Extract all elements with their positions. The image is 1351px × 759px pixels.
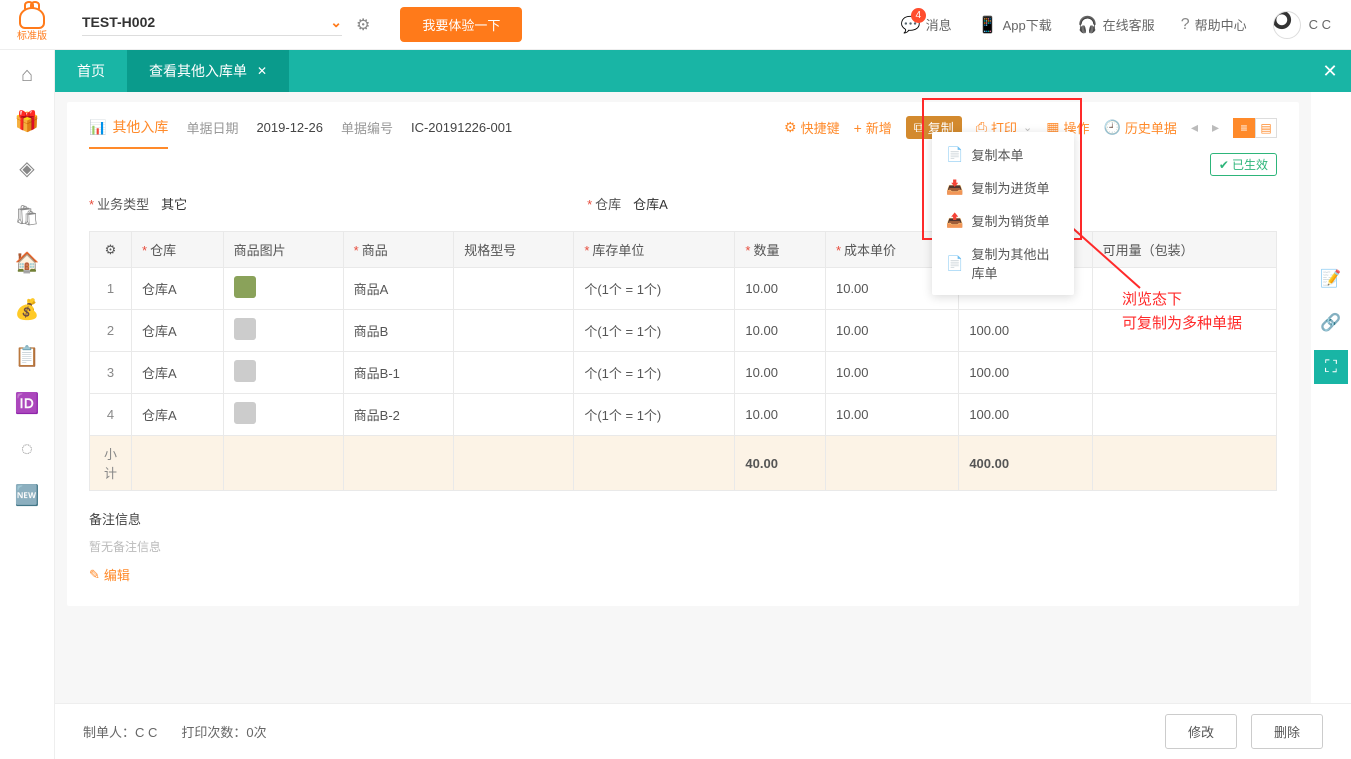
table-row[interactable]: 3仓库A商品B-1个(1个 = 1个)10.0010.00100.00	[90, 352, 1277, 394]
avatar	[1273, 11, 1301, 39]
gift-icon[interactable]: 🎁	[15, 109, 40, 134]
table-row[interactable]: 4仓库A商品B-2个(1个 = 1个)10.0010.00100.00	[90, 394, 1277, 436]
headset-icon: 🎧	[1078, 15, 1098, 35]
expand-icon[interactable]: ⛶	[1314, 350, 1348, 384]
warehouse-label: *仓库	[587, 194, 621, 213]
doc-type-tab[interactable]: 📊 其他入库	[89, 117, 168, 149]
th-image: 商品图片	[223, 232, 343, 268]
prev-doc[interactable]: ◂	[1191, 119, 1198, 136]
history-action[interactable]: 🕘历史单据	[1103, 118, 1176, 137]
doc-icon: 📊	[89, 119, 106, 136]
table-row[interactable]: 2仓库A商品B个(1个 = 1个)10.0010.00100.00	[90, 310, 1277, 352]
edit-icon: ✎	[89, 567, 100, 583]
th-product: *商品	[343, 232, 454, 268]
messages-label: 消息	[926, 15, 952, 34]
clipboard-icon[interactable]: 📋	[15, 344, 40, 369]
chevron-down-icon: ⌄	[330, 14, 342, 31]
next-doc[interactable]: ▸	[1212, 119, 1219, 136]
user-name: C C	[1309, 17, 1331, 32]
tab-view-other-inbound[interactable]: 查看其他入库单 ✕	[127, 50, 289, 92]
link-icon[interactable]: 🔗	[1314, 306, 1348, 340]
money-icon[interactable]: 💰	[15, 297, 40, 322]
status-badge: ✔已生效	[1210, 153, 1277, 176]
messages-link[interactable]: 💬 消息 4	[901, 15, 952, 35]
modify-button[interactable]: 修改	[1165, 714, 1237, 749]
user-menu[interactable]: C C	[1273, 11, 1331, 39]
copy-dropdown: 📄复制本单 📥复制为进货单 📤复制为销货单 📄复制为其他出库单	[932, 132, 1074, 295]
biz-type-label: *业务类型	[89, 194, 149, 213]
copy-as-purchase[interactable]: 📥复制为进货单	[932, 171, 1074, 204]
th-avail: 可用量（包装）	[1092, 232, 1276, 268]
copy-as-other-outbound[interactable]: 📄复制为其他出库单	[932, 237, 1074, 289]
help-icon: ?	[1181, 16, 1190, 34]
print-count-info: 打印次数：0次	[181, 722, 266, 741]
th-unit: *库存单位	[574, 232, 735, 268]
delete-button[interactable]: 删除	[1251, 714, 1323, 749]
view-list[interactable]: ≡	[1233, 118, 1255, 138]
maker-info: 制单人：C C	[83, 722, 157, 741]
edit-remark-link[interactable]: ✎编辑	[89, 565, 1277, 584]
shortcut-action[interactable]: ⚙快捷键	[784, 118, 840, 137]
copy-this-doc[interactable]: 📄复制本单	[932, 138, 1074, 171]
tab-home[interactable]: 首页	[55, 50, 127, 92]
doc-no: IC-20191226-001	[411, 120, 512, 135]
inbox-icon: 📥	[946, 179, 963, 196]
table-row[interactable]: 1仓库A商品A个(1个 = 1个)10.0010.00100.00	[90, 268, 1277, 310]
close-icon[interactable]: ✕	[257, 64, 267, 78]
gear-icon[interactable]: ⚙	[105, 242, 117, 257]
messages-badge: 4	[911, 8, 926, 23]
help-link[interactable]: ? 帮助中心	[1181, 15, 1247, 34]
doc-icon: 📄	[946, 146, 963, 163]
copy-as-sales[interactable]: 📤复制为销货单	[932, 204, 1074, 237]
doc-no-label: 单据编号	[341, 118, 393, 137]
cycle-icon[interactable]: ◌	[21, 438, 33, 461]
copy-icon: ⧉	[914, 119, 924, 136]
help-label: 帮助中心	[1195, 15, 1247, 34]
new-icon[interactable]: 🆕	[15, 483, 40, 508]
new-action[interactable]: +新增	[854, 118, 892, 137]
app-download-label: App下载	[1003, 15, 1052, 34]
close-all-tabs[interactable]: ✕	[1309, 50, 1351, 92]
subtotal-row: 小计 40.00400.00	[90, 436, 1277, 491]
th-warehouse: *仓库	[132, 232, 224, 268]
org-selector[interactable]: TEST-H002 ⌄	[82, 14, 342, 36]
view-card[interactable]: ▤	[1255, 118, 1277, 138]
remark-empty: 暂无备注信息	[89, 538, 1277, 555]
remark-heading: 备注信息	[89, 509, 1277, 528]
house-icon[interactable]: 🏠	[15, 250, 40, 275]
phone-icon: 📱	[978, 15, 998, 35]
th-spec: 规格型号	[454, 232, 574, 268]
diamond-icon[interactable]: ◈	[19, 156, 34, 181]
customer-service-link[interactable]: 🎧 在线客服	[1078, 15, 1155, 35]
bag-icon[interactable]: 🛍	[14, 203, 39, 228]
doc-date: 2019-12-26	[256, 120, 323, 135]
plus-icon: +	[854, 120, 862, 136]
customer-service-label: 在线客服	[1103, 15, 1155, 34]
th-qty: *数量	[735, 232, 826, 268]
note-icon[interactable]: 📝	[1314, 262, 1348, 296]
trial-button[interactable]: 我要体验一下	[400, 7, 522, 42]
outbox-icon: 📤	[946, 212, 963, 229]
logo-text: 标准版	[17, 27, 47, 42]
doc-date-label: 单据日期	[186, 118, 238, 137]
org-name: TEST-H002	[82, 14, 155, 30]
doc-icon: 📄	[946, 255, 963, 272]
warehouse-value: 仓库A	[633, 194, 668, 213]
biz-type-value: 其它	[161, 194, 187, 213]
history-icon: 🕘	[1103, 119, 1120, 136]
items-table: ⚙ *仓库 商品图片 *商品 规格型号 *库存单位 *数量 *成本单价 *成本金…	[89, 231, 1277, 491]
gear-icon: ⚙	[784, 119, 797, 136]
gear-icon[interactable]: ⚙	[356, 15, 370, 35]
id-icon[interactable]: 🆔	[15, 391, 40, 416]
app-download-link[interactable]: 📱 App下载	[978, 15, 1052, 35]
logo[interactable]: 标准版	[12, 7, 52, 42]
home-icon[interactable]: ⌂	[21, 64, 33, 87]
check-icon: ✔	[1219, 158, 1229, 172]
